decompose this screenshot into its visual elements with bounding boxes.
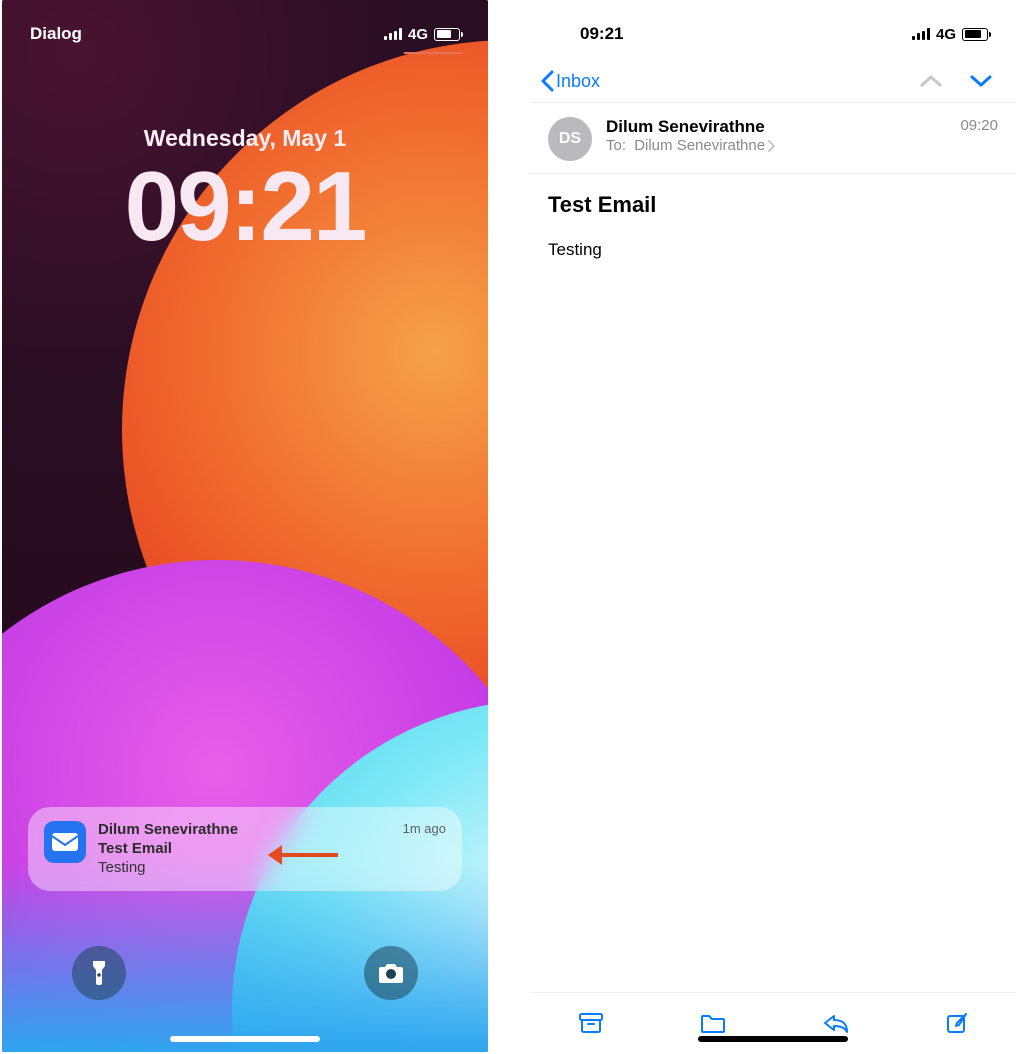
message-subject: Test Email xyxy=(530,174,1016,218)
mail-notification[interactable]: Dilum Senevirathne Test Email Testing 1m… xyxy=(28,807,462,891)
cellular-signal-icon xyxy=(912,28,930,40)
back-label: Inbox xyxy=(556,71,600,92)
mail-app: 09:21 4G Inbox DS Dilum Senevirathne To:… xyxy=(530,0,1016,1052)
message-time: 09:20 xyxy=(960,117,998,134)
sender-name[interactable]: Dilum Senevirathne xyxy=(606,117,775,137)
status-icons: 4G xyxy=(912,26,988,43)
prev-next-controls xyxy=(920,74,1000,88)
notification-subject: Test Email xyxy=(98,840,391,859)
notification-text: Dilum Senevirathne Test Email Testing xyxy=(98,821,391,877)
home-indicator[interactable] xyxy=(698,1036,848,1042)
mail-app-icon xyxy=(44,821,86,863)
network-label: 4G xyxy=(408,26,428,43)
battery-icon xyxy=(434,28,460,41)
recipient-line[interactable]: To: Dilum Senevirathne xyxy=(606,137,775,154)
notification-preview: Testing xyxy=(98,859,391,878)
move-button[interactable] xyxy=(699,1012,727,1034)
back-button[interactable]: Inbox xyxy=(540,70,600,92)
flashlight-button[interactable] xyxy=(72,946,126,1000)
carrier-label: Dialog xyxy=(30,24,82,44)
next-message-button[interactable] xyxy=(970,74,992,88)
status-time: 09:21 xyxy=(580,24,623,44)
sender-avatar[interactable]: DS xyxy=(548,117,592,161)
flashlight-icon xyxy=(88,959,110,987)
lock-date: Wednesday, May 1 xyxy=(2,125,488,152)
compose-button[interactable] xyxy=(945,1011,969,1035)
notification-sender: Dilum Senevirathne xyxy=(98,821,391,840)
lock-time: 09:21 xyxy=(2,150,488,263)
carrier-underline xyxy=(404,52,462,54)
network-label: 4G xyxy=(936,26,956,43)
message-body: Testing xyxy=(530,218,1016,282)
lock-screen: Dialog 4G Wednesday, May 1 09:21 Dilum S… xyxy=(2,0,488,1052)
message-header[interactable]: DS Dilum Senevirathne To: Dilum Senevira… xyxy=(530,103,1016,174)
status-bar: 09:21 4G xyxy=(530,0,1016,52)
home-indicator[interactable] xyxy=(170,1036,320,1042)
camera-icon xyxy=(377,962,405,984)
bottom-toolbar xyxy=(530,992,1016,1052)
chevron-right-icon xyxy=(767,140,775,152)
status-bar: Dialog 4G xyxy=(2,0,488,52)
reply-button[interactable] xyxy=(822,1011,850,1035)
archive-button[interactable] xyxy=(578,1011,604,1035)
chevron-left-icon xyxy=(540,70,554,92)
notification-time: 1m ago xyxy=(403,821,446,877)
status-icons: 4G xyxy=(384,26,460,43)
cellular-signal-icon xyxy=(384,28,402,40)
camera-button[interactable] xyxy=(364,946,418,1000)
previous-message-button[interactable] xyxy=(920,74,942,88)
nav-bar: Inbox xyxy=(530,52,1016,103)
recipient-name: Dilum Senevirathne xyxy=(634,137,765,154)
battery-icon xyxy=(962,28,988,41)
to-label: To: xyxy=(606,137,626,154)
